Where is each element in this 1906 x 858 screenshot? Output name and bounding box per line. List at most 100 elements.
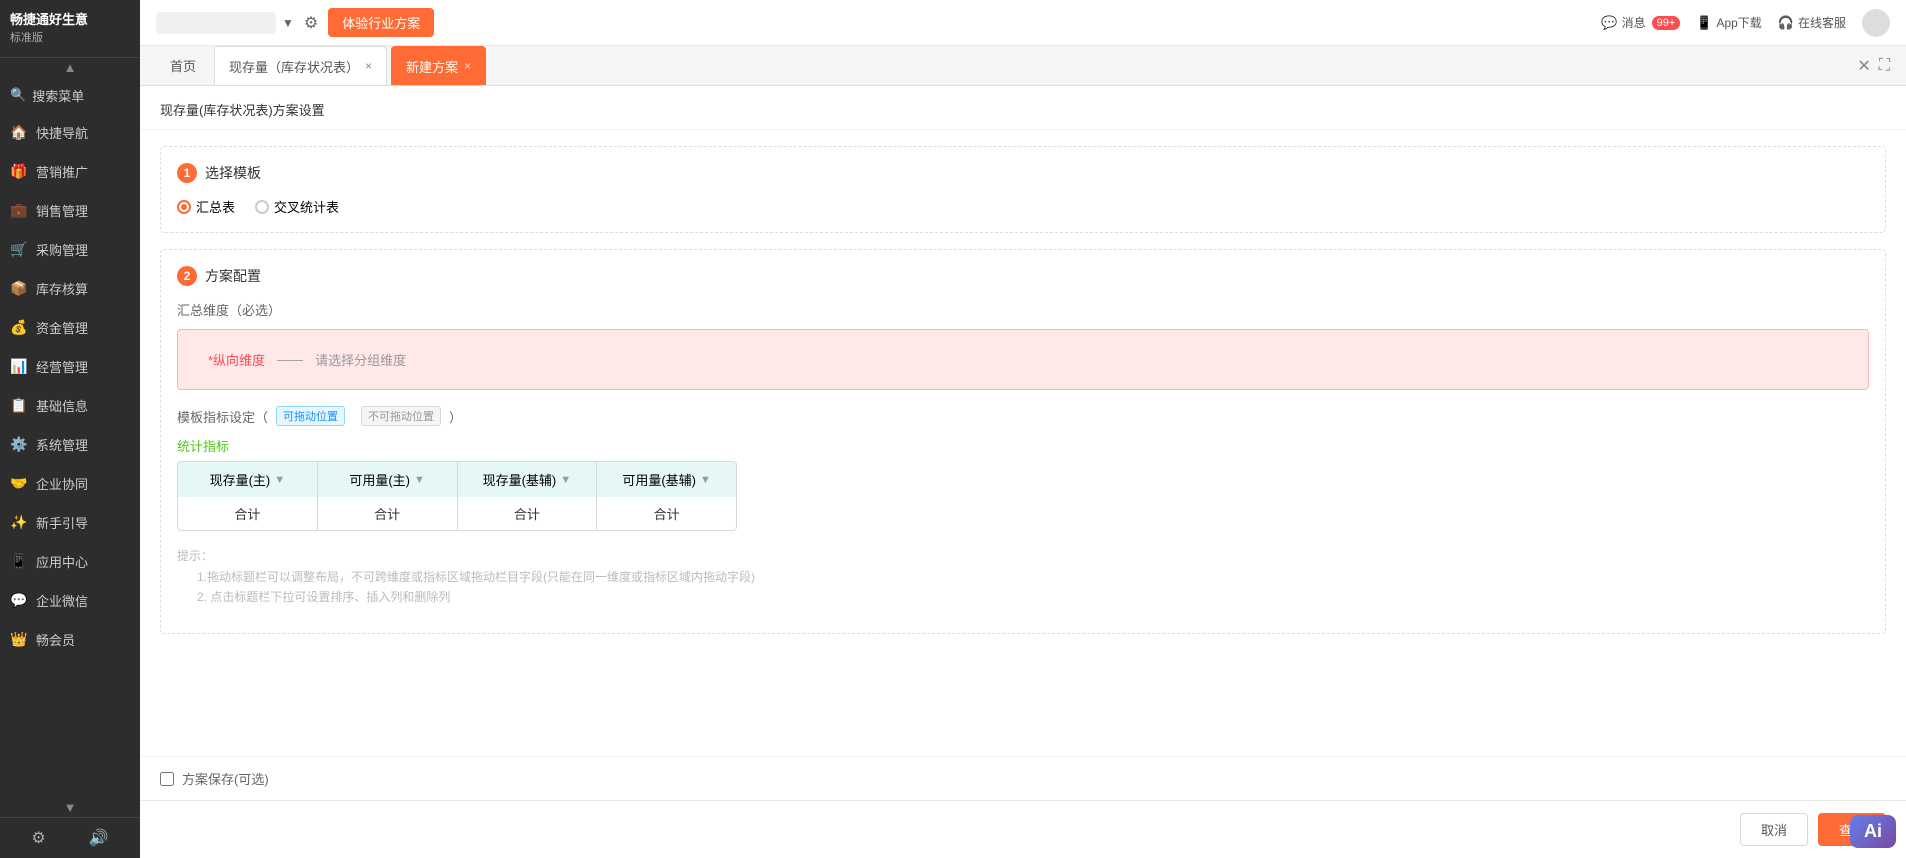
stats-table-body: 合计 合计 合计 合计 <box>178 497 736 530</box>
ai-badge[interactable]: Ai <box>1850 815 1896 848</box>
coop-icon: 🤝 <box>10 474 28 492</box>
stats-col-header-1[interactable]: 现存量(主) ▼ <box>178 462 318 497</box>
radio-cross-dot <box>255 200 269 214</box>
sidebar-item-finance[interactable]: 💰 资金管理 <box>0 308 140 347</box>
sidebar-nav: 🏠 快捷导航 🎁 营销推广 💼 销售管理 🛒 采购管理 📦 库存核算 💰 资金管… <box>0 113 140 797</box>
sidebar-item-label: 销售管理 <box>36 201 88 220</box>
sidebar-item-label: 畅会员 <box>36 630 75 649</box>
member-icon: 👑 <box>10 630 28 648</box>
customer-service-button[interactable]: 🎧 在线客服 <box>1778 14 1846 31</box>
app-edition: 标准版 <box>10 29 130 45</box>
sidebar-item-label: 企业协同 <box>36 474 88 493</box>
radio-cross[interactable]: 交叉统计表 <box>255 197 339 216</box>
stats-cell-1-2: 合计 <box>318 497 458 530</box>
panel-expand-icon[interactable]: ⛶ <box>1879 57 1890 75</box>
sidebar-item-basic[interactable]: 📋 基础信息 <box>0 386 140 425</box>
bottom-bar: 取消 查询 <box>140 800 1906 858</box>
trial-button[interactable]: 体验行业方案 <box>328 8 434 37</box>
stats-col-label-2: 可用量(主) <box>349 470 410 489</box>
sidebar-item-coop[interactable]: 🤝 企业协同 <box>0 464 140 503</box>
tab-inventory-status[interactable]: 现存量（库存状况表） × <box>214 46 387 85</box>
tips-section: 提示： 1.拖动标题栏可以调整布局，不可跨维度或指标区域拖动栏目字段(只能在同一… <box>177 547 1869 605</box>
sound-icon[interactable]: 🔊 <box>89 828 109 848</box>
quick-nav-icon: 🏠 <box>10 123 28 141</box>
purchase-icon: 🛒 <box>10 240 28 258</box>
tab-home[interactable]: 首页 <box>156 46 210 85</box>
sidebar-item-label: 企业微信 <box>36 591 88 610</box>
system-icon: ⚙️ <box>10 435 28 453</box>
section2-header: 2 方案配置 <box>177 266 1869 286</box>
tab-new-scheme[interactable]: 新建方案 × <box>391 46 486 85</box>
topbar-dropdown-icon[interactable]: ▼ <box>282 16 294 30</box>
tab-inventory-label: 现存量（库存状况表） <box>229 57 359 76</box>
message-button[interactable]: 💬 消息 99+ <box>1601 14 1680 31</box>
sidebar-item-marketing[interactable]: 🎁 营销推广 <box>0 152 140 191</box>
topbar-gear-icon[interactable]: ⚙ <box>304 13 318 33</box>
sidebar-item-quick-nav[interactable]: 🏠 快捷导航 <box>0 113 140 152</box>
sidebar-item-system[interactable]: ⚙️ 系统管理 <box>0 425 140 464</box>
sidebar-item-label: 快捷导航 <box>36 123 88 142</box>
message-count: 99+ <box>1652 16 1681 30</box>
sidebar-item-wechat[interactable]: 💬 企业微信 <box>0 581 140 620</box>
wechat-icon: 💬 <box>10 591 28 609</box>
search-icon: 🔍 <box>10 87 26 103</box>
marketing-icon: 🎁 <box>10 162 28 180</box>
cancel-button[interactable]: 取消 <box>1740 813 1808 846</box>
inventory-icon: 📦 <box>10 279 28 297</box>
sidebar-item-label: 资金管理 <box>36 318 88 337</box>
stats-col-chevron-4: ▼ <box>700 474 711 486</box>
cs-icon: 🎧 <box>1778 15 1794 31</box>
sidebar-item-inventory[interactable]: 📦 库存核算 <box>0 269 140 308</box>
summary-dim-label: 汇总维度（必选） <box>177 300 1869 319</box>
search-menu-label: 搜索菜单 <box>32 86 84 105</box>
scroll-up-arrow[interactable]: ▲ <box>0 58 140 78</box>
message-icon: 💬 <box>1601 15 1617 31</box>
appstore-icon: 📱 <box>10 552 28 570</box>
sidebar-item-newbie[interactable]: ✨ 新手引导 <box>0 503 140 542</box>
sidebar-item-operation[interactable]: 📊 经营管理 <box>0 347 140 386</box>
sidebar: 畅捷通好生意 标准版 ▲ 🔍 搜索菜单 🏠 快捷导航 🎁 营销推广 💼 销售管理… <box>0 0 140 858</box>
main-wrapper: ▼ ⚙ 体验行业方案 💬 消息 99+ 📱 App下载 🎧 在线客服 <box>140 0 1906 858</box>
tab-inventory-close-icon[interactable]: × <box>365 59 372 73</box>
tab-new-scheme-close-icon[interactable]: × <box>464 59 471 73</box>
tips-item-1: 1.拖动标题栏可以调整布局，不可跨维度或指标区域拖动栏目字段(只能在同一维度或指… <box>177 568 1869 585</box>
tips-title: 提示： <box>177 547 1869 564</box>
stats-col-header-4[interactable]: 可用量(基辅) ▼ <box>597 462 736 497</box>
dimension-area[interactable]: *纵向维度 —— 请选择分组维度 <box>177 329 1869 390</box>
topbar-right: 💬 消息 99+ 📱 App下载 🎧 在线客服 <box>1601 9 1890 37</box>
finance-icon: 💰 <box>10 318 28 336</box>
stats-col-chevron-2: ▼ <box>414 474 425 486</box>
form-container: 1 选择模板 汇总表 交叉统计表 2 <box>140 130 1906 756</box>
tips-item-2: 2. 点击标题栏下拉可设置排序、插入列和删除列 <box>177 588 1869 605</box>
sidebar-item-member[interactable]: 👑 畅会员 <box>0 620 140 659</box>
sidebar-item-appstore[interactable]: 📱 应用中心 <box>0 542 140 581</box>
stats-col-header-2[interactable]: 可用量(主) ▼ <box>318 462 458 497</box>
indicator-settings-suffix: ） <box>449 407 462 426</box>
app-download-button[interactable]: 📱 App下载 <box>1696 14 1762 31</box>
dimension-dash: —— <box>277 352 303 367</box>
scroll-down-arrow[interactable]: ▼ <box>0 797 140 817</box>
sidebar-item-label: 应用中心 <box>36 552 88 571</box>
indicator-fixed-tag: 不可拖动位置 <box>361 406 441 426</box>
radio-summary-label: 汇总表 <box>196 197 235 216</box>
stats-col-chevron-1: ▼ <box>274 474 285 486</box>
sidebar-item-purchase[interactable]: 🛒 采购管理 <box>0 230 140 269</box>
section1-title: 选择模板 <box>205 163 261 183</box>
search-menu[interactable]: 🔍 搜索菜单 <box>0 78 140 113</box>
page-header: 现存量(库存状况表)方案设置 <box>140 86 1906 130</box>
section-choose-template: 1 选择模板 汇总表 交叉统计表 <box>160 146 1886 233</box>
page-title: 现存量(库存状况表)方案设置 <box>160 103 325 118</box>
app-label: App下载 <box>1716 14 1761 31</box>
tabbar: 首页 现存量（库存状况表） × 新建方案 × ✕ ⛶ <box>140 46 1906 86</box>
message-label: 消息 <box>1622 14 1646 31</box>
user-avatar[interactable] <box>1862 9 1890 37</box>
save-checkbox[interactable] <box>160 772 174 786</box>
panel-close-icon[interactable]: ✕ <box>1857 56 1870 76</box>
topbar-search-area: ▼ <box>156 12 294 34</box>
topbar-left: ▼ ⚙ 体验行业方案 <box>156 8 1589 37</box>
topbar-search-input[interactable] <box>156 12 276 34</box>
settings-icon[interactable]: ⚙ <box>31 828 45 848</box>
sidebar-item-sales[interactable]: 💼 销售管理 <box>0 191 140 230</box>
radio-summary[interactable]: 汇总表 <box>177 197 235 216</box>
stats-col-header-3[interactable]: 现存量(基辅) ▼ <box>458 462 598 497</box>
